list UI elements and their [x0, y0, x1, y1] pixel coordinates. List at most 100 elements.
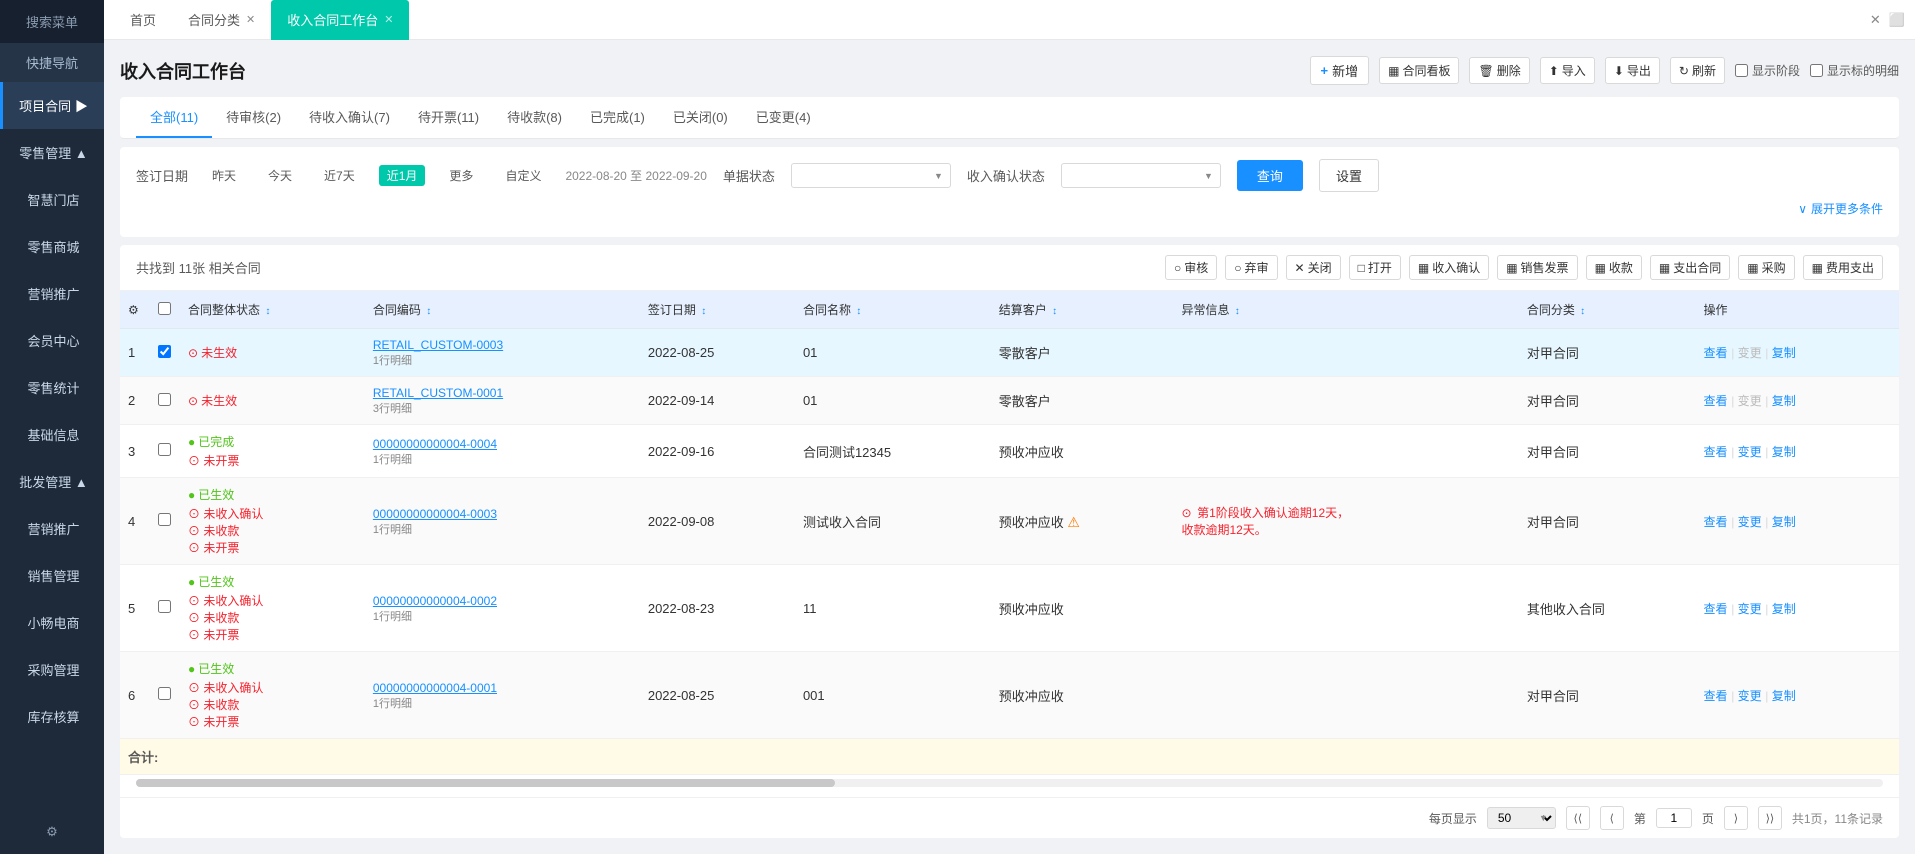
first-page-button[interactable]: ⟨⟨: [1566, 806, 1590, 830]
col-category[interactable]: 合同分类 ↕: [1519, 291, 1696, 329]
import-button[interactable]: ⬆ 导入: [1540, 57, 1595, 84]
date-btn-7days[interactable]: 近7天: [316, 165, 363, 186]
col-customer[interactable]: 结算客户 ↕: [991, 291, 1174, 329]
status-tab-all[interactable]: 全部(11): [136, 97, 212, 138]
sidebar-item-marketing[interactable]: 营销推广: [0, 270, 104, 317]
status-tab-pending-review[interactable]: 待审核(2): [212, 97, 295, 138]
table-scroll-area[interactable]: ⚙ 合同整体状态 ↕ 合同编码 ↕ 签订日期 ↕ 合同名称 ↕ 结算客户 ↕ 异…: [120, 291, 1899, 797]
copy-link[interactable]: 复制: [1772, 394, 1796, 408]
row-checkbox-cell[interactable]: [150, 652, 180, 739]
expense-contract-button[interactable]: ▦ 支出合同: [1650, 255, 1730, 280]
add-button[interactable]: + 新增: [1310, 56, 1370, 85]
date-btn-1month[interactable]: 近1月: [379, 165, 426, 186]
show-marked-input[interactable]: [1810, 64, 1823, 77]
date-btn-today[interactable]: 今天: [260, 165, 300, 186]
col-error[interactable]: 异常信息 ↕: [1173, 291, 1518, 329]
next-page-button[interactable]: ⟩: [1724, 806, 1748, 830]
view-link[interactable]: 查看: [1704, 602, 1728, 616]
change-link[interactable]: 变更: [1738, 346, 1762, 360]
sidebar-item-wholesale-mgmt[interactable]: 批发管理 ▲: [0, 458, 104, 505]
tab-contract-category-close[interactable]: ✕: [246, 13, 255, 26]
row-checkbox-cell[interactable]: [150, 425, 180, 478]
copy-link[interactable]: 复制: [1772, 689, 1796, 703]
sales-invoice-button[interactable]: ▦ 销售发票: [1497, 255, 1577, 280]
sidebar-item-basic-info[interactable]: 基础信息: [0, 411, 104, 458]
copy-link[interactable]: 复制: [1772, 602, 1796, 616]
cost-output-button[interactable]: ▦ 费用支出: [1803, 255, 1883, 280]
contract-code-link[interactable]: 00000000000004-0002: [373, 594, 497, 608]
sidebar-item-retail-stats[interactable]: 零售统计: [0, 364, 104, 411]
col-checkbox[interactable]: [150, 291, 180, 329]
status-tab-completed[interactable]: 已完成(1): [576, 97, 659, 138]
date-btn-yesterday[interactable]: 昨天: [204, 165, 244, 186]
contract-code-link[interactable]: 00000000000004-0001: [373, 681, 497, 695]
col-name[interactable]: 合同名称 ↕: [795, 291, 991, 329]
row-checkbox-cell[interactable]: [150, 377, 180, 425]
delete-button[interactable]: 🗑 删除: [1469, 57, 1529, 84]
last-page-button[interactable]: ⟩⟩: [1758, 806, 1782, 830]
date-btn-more[interactable]: 更多: [441, 165, 481, 186]
change-link[interactable]: 变更: [1738, 394, 1762, 408]
page-input[interactable]: [1656, 808, 1692, 828]
contract-code-link[interactable]: 00000000000004-0004: [373, 437, 497, 451]
page-size-select[interactable]: 50 10 20 100: [1487, 807, 1556, 829]
income-confirm-button[interactable]: ▦ 收入确认: [1409, 255, 1489, 280]
contract-board-button[interactable]: ▦ 合同看板: [1379, 57, 1459, 84]
view-link[interactable]: 查看: [1704, 346, 1728, 360]
abandon-review-button[interactable]: ○ 弃审: [1225, 255, 1277, 280]
row-checkbox[interactable]: [158, 687, 171, 700]
open-button[interactable]: □ 打开: [1349, 255, 1401, 280]
show-marked-checkbox[interactable]: 显示标的明细: [1810, 62, 1899, 79]
row-checkbox-cell[interactable]: [150, 478, 180, 565]
tab-income-contract[interactable]: 收入合同工作台 ✕: [271, 0, 409, 40]
sidebar-item-sales-mgmt[interactable]: 销售管理: [0, 552, 104, 599]
sidebar-search[interactable]: 搜索菜单: [0, 0, 104, 43]
col-sign-date[interactable]: 签订日期 ↕: [640, 291, 795, 329]
maximize-icon[interactable]: ⬜: [1889, 12, 1905, 28]
sidebar-item-purchase[interactable]: 采购管理: [0, 646, 104, 693]
show-stage-input[interactable]: [1735, 64, 1748, 77]
col-code[interactable]: 合同编码 ↕: [365, 291, 640, 329]
sidebar-item-retail-mgmt[interactable]: 零售管理 ▲: [0, 129, 104, 176]
sidebar-item-ecommerce[interactable]: 小畅电商: [0, 599, 104, 646]
date-btn-custom[interactable]: 自定义: [497, 165, 549, 186]
refresh-button[interactable]: ↻ 刷新: [1670, 57, 1725, 84]
sidebar-item-member[interactable]: 会员中心: [0, 317, 104, 364]
change-link[interactable]: 变更: [1738, 515, 1762, 529]
review-button[interactable]: ○ 审核: [1165, 255, 1217, 280]
copy-link[interactable]: 复制: [1772, 445, 1796, 459]
row-checkbox-cell[interactable]: [150, 329, 180, 377]
sidebar-item-project[interactable]: 项目合同 ▶: [0, 82, 104, 129]
scrollbar-thumb[interactable]: [136, 779, 835, 787]
contract-code-link[interactable]: RETAIL_CUSTOM-0003: [373, 338, 503, 352]
contract-code-link[interactable]: RETAIL_CUSTOM-0001: [373, 386, 503, 400]
query-button[interactable]: 查询: [1237, 160, 1303, 191]
show-stage-checkbox[interactable]: 显示阶段: [1735, 62, 1800, 79]
view-link[interactable]: 查看: [1704, 445, 1728, 459]
sidebar-item-smart-store[interactable]: 智慧门店: [0, 176, 104, 223]
sidebar-item-inventory[interactable]: 库存核算: [0, 693, 104, 740]
sidebar-settings[interactable]: ⚙: [0, 810, 104, 854]
row-checkbox-cell[interactable]: [150, 565, 180, 652]
status-tab-pending-invoice[interactable]: 待开票(11): [404, 97, 493, 138]
contract-code-link[interactable]: 00000000000004-0003: [373, 507, 497, 521]
change-link[interactable]: 变更: [1738, 602, 1762, 616]
status-tab-closed[interactable]: 已关闭(0): [659, 97, 742, 138]
row-checkbox[interactable]: [158, 393, 171, 406]
prev-page-button[interactable]: ⟨: [1600, 806, 1624, 830]
sidebar-item-retail-mall[interactable]: 零售商城: [0, 223, 104, 270]
sidebar-item-marketing2[interactable]: 营销推广: [0, 505, 104, 552]
income-confirm-select[interactable]: [1061, 163, 1221, 188]
row-checkbox[interactable]: [158, 600, 171, 613]
expand-filter-button[interactable]: ∨ 展开更多条件: [1798, 200, 1883, 217]
doc-status-select[interactable]: [791, 163, 951, 188]
status-tab-pending-payment[interactable]: 待收款(8): [493, 97, 576, 138]
row-checkbox[interactable]: [158, 345, 171, 358]
copy-link[interactable]: 复制: [1772, 515, 1796, 529]
close-button[interactable]: ✕ 关闭: [1286, 255, 1341, 280]
setting-button[interactable]: 设置: [1319, 159, 1379, 192]
view-link[interactable]: 查看: [1704, 394, 1728, 408]
sidebar-nav[interactable]: 快捷导航: [0, 43, 104, 82]
select-all-checkbox[interactable]: [158, 302, 171, 315]
close-window-icon[interactable]: ✕: [1870, 12, 1881, 28]
